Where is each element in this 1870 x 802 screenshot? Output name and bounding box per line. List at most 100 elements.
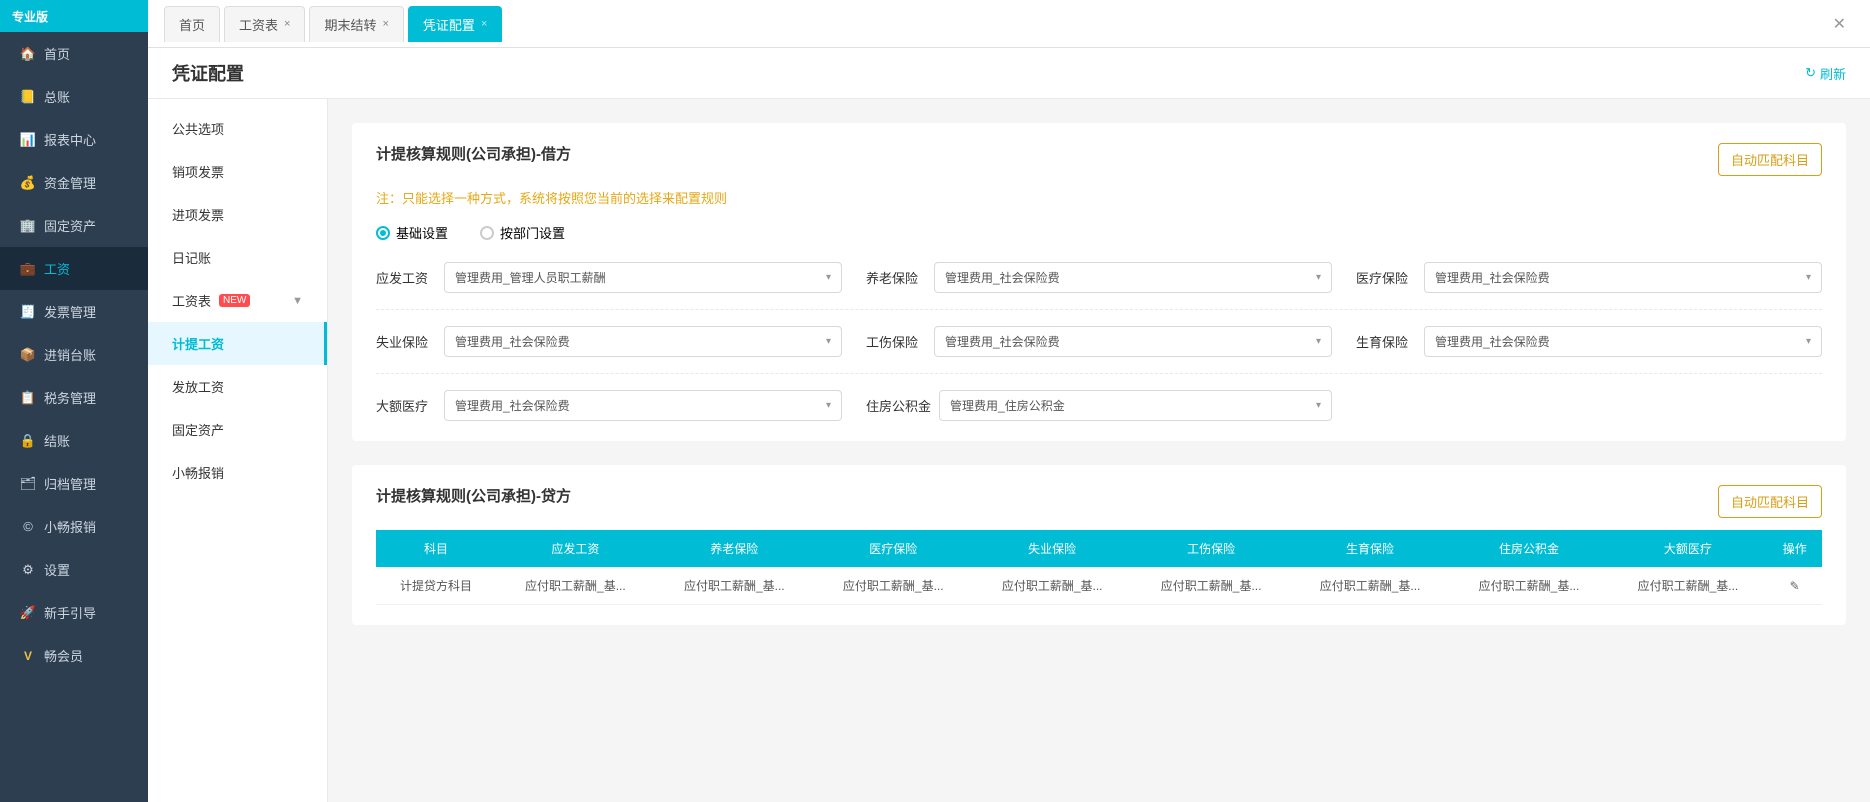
sidebar-label-settings: 设置 [44, 560, 70, 579]
sidebar-label-tax: 税务管理 [44, 388, 96, 407]
debit-section-title: 计提核算规则(公司承担)-借方 [376, 143, 571, 164]
select-zhu-fang[interactable]: 管理费用_住房公积金 ▾ [939, 390, 1332, 421]
left-nav-purchase-invoice[interactable]: 进项发票 [148, 193, 327, 236]
sidebar-item-settings[interactable]: ⚙ 设置 [0, 548, 148, 591]
left-nav-xiaochang-expense[interactable]: 小畅报销 [148, 451, 327, 494]
td-sheng-yu: 应付职工薪酬_基... [1291, 567, 1450, 605]
chevron-down-icon-zhu-fang: ▾ [1316, 400, 1321, 411]
table-row: 计提贷方科目 应付职工薪酬_基... 应付职工薪酬_基... 应付职工薪酬_基.… [376, 567, 1822, 605]
sidebar-item-report[interactable]: 📊 报表中心 [0, 118, 148, 161]
sidebar-item-invoice[interactable]: 🧾 发票管理 [0, 290, 148, 333]
chevron-down-icon-shi-ye: ▾ [826, 336, 831, 347]
left-nav-issue-salary-label: 发放工资 [172, 377, 224, 396]
sidebar: 专业版 🏠 首页 📒 总账 📊 报表中心 💰 资金管理 🏢 固定资产 💼 工资 … [0, 0, 148, 802]
form-item-da-e: 大额医疗 管理费用_社会保险费 ▾ [376, 390, 842, 421]
sidebar-item-close[interactable]: 🔒 结账 [0, 419, 148, 462]
sidebar-item-home[interactable]: 🏠 首页 [0, 32, 148, 75]
credit-table-header-row: 科目 应发工资 养老保险 医疗保险 失业保险 工伤保险 生育保险 住房公积金 大… [376, 530, 1822, 567]
left-nav-issue-salary[interactable]: 发放工资 [148, 365, 327, 408]
select-yi-liao[interactable]: 管理费用_社会保险费 ▾ [1424, 262, 1822, 293]
tab-period-close[interactable]: 期末结转 × [309, 6, 403, 42]
th-yang-lao: 养老保险 [655, 530, 814, 567]
sidebar-item-member[interactable]: V 畅会员 [0, 634, 148, 677]
select-sheng-yu-value: 管理费用_社会保险费 [1435, 333, 1550, 350]
sidebar-item-archive[interactable]: 🗂 归档管理 [0, 462, 148, 505]
td-subject: 计提贷方科目 [376, 567, 496, 605]
select-ying-fa[interactable]: 管理费用_管理人员职工薪酬 ▾ [444, 262, 842, 293]
td-da-e: 应付职工薪酬_基... [1608, 567, 1767, 605]
th-action: 操作 [1767, 530, 1822, 567]
brand-label: 专业版 [0, 0, 148, 32]
left-nav-payroll-table[interactable]: 工资表 NEW ▼ [148, 279, 327, 322]
archive-icon: 🗂 [20, 476, 36, 492]
new-badge: NEW [219, 294, 250, 307]
sidebar-item-salary[interactable]: 💼 工资 [0, 247, 148, 290]
left-nav-public[interactable]: 公共选项 [148, 107, 327, 150]
left-nav-xiaochang-expense-label: 小畅报销 [172, 463, 224, 482]
td-action: ✎ [1767, 567, 1822, 605]
sidebar-item-xiaochang[interactable]: © 小畅报销 [0, 505, 148, 548]
left-nav-calc-salary[interactable]: 计提工资 [148, 322, 327, 365]
th-gong-shang: 工伤保险 [1132, 530, 1291, 567]
tab-home[interactable]: 首页 [164, 6, 220, 42]
sidebar-label-newbie: 新手引导 [44, 603, 96, 622]
debit-auto-match-button[interactable]: 自动匹配科目 [1718, 143, 1822, 176]
label-zhu-fang: 住房公积金 [866, 396, 931, 415]
sidebar-label-close: 结账 [44, 431, 70, 450]
left-nav-fixed-asset-label: 固定资产 [172, 420, 224, 439]
sidebar-item-newbie[interactable]: 🚀 新手引导 [0, 591, 148, 634]
td-shi-ye: 应付职工薪酬_基... [973, 567, 1132, 605]
edit-icon[interactable]: ✎ [1790, 579, 1800, 593]
left-nav-sales-invoice[interactable]: 销项发票 [148, 150, 327, 193]
tab-voucher-config[interactable]: 凭证配置 × [408, 6, 502, 42]
chevron-down-icon-yang-lao: ▾ [1316, 272, 1321, 283]
credit-auto-match-button[interactable]: 自动匹配科目 [1718, 485, 1822, 518]
sidebar-label-fund: 资金管理 [44, 173, 96, 192]
left-nav-fixed-asset[interactable]: 固定资产 [148, 408, 327, 451]
select-da-e[interactable]: 管理费用_社会保险费 ▾ [444, 390, 842, 421]
radio-by-dept[interactable]: 按部门设置 [480, 223, 565, 242]
sidebar-item-asset[interactable]: 🏢 固定资产 [0, 204, 148, 247]
window-close-icon[interactable]: ✕ [1825, 10, 1854, 38]
sidebar-item-inventory[interactable]: 📦 进销台账 [0, 333, 148, 376]
sidebar-item-fund[interactable]: 💰 资金管理 [0, 161, 148, 204]
radio-basic[interactable]: 基础设置 [376, 223, 448, 242]
select-gong-shang[interactable]: 管理费用_社会保险费 ▾ [934, 326, 1332, 357]
left-nav-sales-invoice-label: 销项发票 [172, 162, 224, 181]
radio-by-dept-label: 按部门设置 [500, 223, 565, 242]
th-zhu-fang: 住房公积金 [1450, 530, 1609, 567]
newbie-icon: 🚀 [20, 605, 36, 621]
debit-section: 计提核算规则(公司承担)-借方 自动匹配科目 注：只能选择一种方式，系统将按照您… [352, 123, 1846, 441]
asset-icon: 🏢 [20, 218, 36, 234]
refresh-button[interactable]: ↻ 刷新 [1805, 64, 1846, 83]
label-yang-lao: 养老保险 [866, 268, 926, 287]
th-subject: 科目 [376, 530, 496, 567]
credit-table: 科目 应发工资 养老保险 医疗保险 失业保险 工伤保险 生育保险 住房公积金 大… [376, 530, 1822, 605]
chevron-down-icon-sheng-yu: ▾ [1806, 336, 1811, 347]
tab-voucher-config-close[interactable]: × [481, 18, 487, 30]
select-yi-liao-value: 管理费用_社会保险费 [1435, 269, 1550, 286]
left-nav-journal[interactable]: 日记账 [148, 236, 327, 279]
select-shi-ye[interactable]: 管理费用_社会保险费 ▾ [444, 326, 842, 357]
tab-period-close-close[interactable]: × [382, 18, 388, 30]
tab-payroll-close[interactable]: × [284, 18, 290, 30]
select-sheng-yu[interactable]: 管理费用_社会保险费 ▾ [1424, 326, 1822, 357]
sidebar-label-asset: 固定资产 [44, 216, 96, 235]
home-icon: 🏠 [20, 46, 36, 62]
sidebar-item-ledger[interactable]: 📒 总账 [0, 75, 148, 118]
debit-form-grid: 应发工资 管理费用_管理人员职工薪酬 ▾ 养老保险 管理费用_社会保险费 ▾ [376, 262, 1822, 293]
content-area: 公共选项 销项发票 进项发票 日记账 工资表 NEW ▼ 计提工资 发放工资 [148, 99, 1870, 802]
report-icon: 📊 [20, 132, 36, 148]
left-nav-public-label: 公共选项 [172, 119, 224, 138]
tab-voucher-config-label: 凭证配置 [423, 15, 475, 34]
form-item-zhu-fang: 住房公积金 管理费用_住房公积金 ▾ [866, 390, 1332, 421]
salary-icon: 💼 [20, 261, 36, 277]
tab-payroll[interactable]: 工资表 × [224, 6, 305, 42]
select-yang-lao-value: 管理费用_社会保险费 [945, 269, 1060, 286]
select-zhu-fang-value: 管理费用_住房公积金 [950, 397, 1065, 414]
credit-section-title: 计提核算规则(公司承担)-贷方 [376, 485, 571, 506]
sidebar-label-home: 首页 [44, 44, 70, 63]
select-yang-lao[interactable]: 管理费用_社会保险费 ▾ [934, 262, 1332, 293]
sidebar-item-tax[interactable]: 📋 税务管理 [0, 376, 148, 419]
td-gong-shang: 应付职工薪酬_基... [1132, 567, 1291, 605]
